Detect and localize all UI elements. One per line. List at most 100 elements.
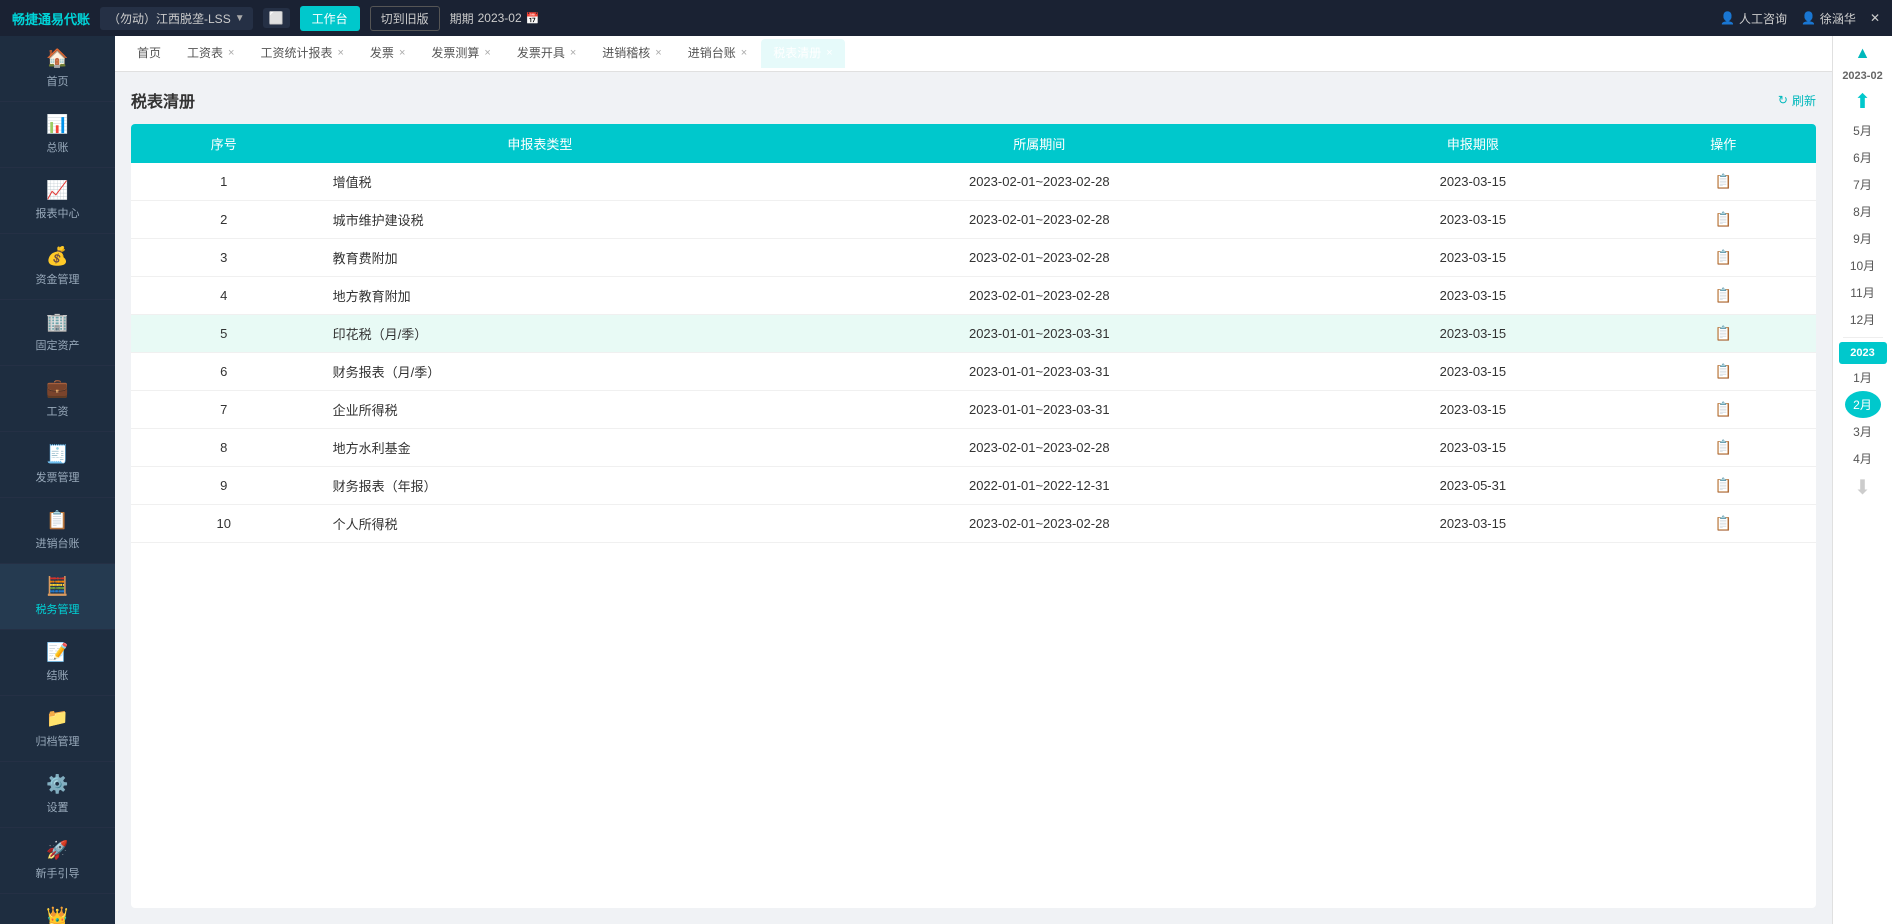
tab-invoice-open-close[interactable]: ×	[570, 47, 576, 59]
tab-salary-close[interactable]: ×	[228, 47, 234, 59]
cell-type: 个人所得税	[317, 505, 764, 543]
sidebar-item-label: 发票管理	[36, 469, 80, 485]
sidebar-item-label: 固定资产	[36, 337, 80, 353]
cell-type: 城市维护建设税	[317, 201, 764, 239]
year-2023-label: 2023	[1839, 342, 1887, 364]
action-icon[interactable]: 📋	[1714, 515, 1731, 531]
company-selector[interactable]: （勿动）江西脱垄-LSS ▼	[100, 7, 253, 30]
action-icon[interactable]: 📋	[1714, 477, 1731, 493]
tab-invoice[interactable]: 发票 ×	[358, 36, 417, 71]
action-icon[interactable]: 📋	[1714, 325, 1731, 341]
month-4[interactable]: 4月	[1839, 445, 1887, 472]
cell-action[interactable]: 📋	[1630, 239, 1816, 277]
action-icon[interactable]: 📋	[1714, 401, 1731, 417]
action-icon[interactable]: 📋	[1714, 173, 1731, 189]
sidebar-item-label: 结账	[47, 667, 69, 683]
cell-action[interactable]: 📋	[1630, 201, 1816, 239]
tab-in-out-check[interactable]: 进销稽核 ×	[590, 36, 673, 71]
sidebar-item-report[interactable]: 📈 报表中心	[0, 168, 115, 234]
sidebar-item-member[interactable]: 👑 畅会员	[0, 894, 115, 924]
old-version-button[interactable]: 切到旧版	[370, 6, 440, 31]
calendar-icon[interactable]: 📅	[526, 12, 540, 25]
scroll-up-icon[interactable]: ⬆	[1851, 86, 1874, 117]
sidebar-item-archive[interactable]: 📁 归档管理	[0, 696, 115, 762]
sidebar-item-tax[interactable]: 🧮 税务管理	[0, 564, 115, 630]
action-icon[interactable]: 📋	[1714, 249, 1731, 265]
sidebar-item-home[interactable]: 🏠 首页	[0, 36, 115, 102]
tab-in-out-ledger-label: 进销台账	[688, 44, 736, 61]
close-button[interactable]: ✕	[1870, 11, 1880, 25]
tab-in-out-check-close[interactable]: ×	[655, 47, 661, 59]
month-8[interactable]: 8月	[1839, 198, 1887, 225]
cell-action[interactable]: 📋	[1630, 277, 1816, 315]
sidebar-item-ledger[interactable]: 📊 总账	[0, 102, 115, 168]
month-11[interactable]: 11月	[1839, 279, 1887, 306]
copy-icon-btn[interactable]: ⬜	[263, 8, 290, 28]
settings-icon: ⚙️	[46, 774, 68, 795]
tab-invoice-label: 发票	[370, 44, 394, 61]
sidebar-item-settlement[interactable]: 📝 结账	[0, 630, 115, 696]
table-row: 5 印花税（月/季） 2023-01-01~2023-03-31 2023-03…	[131, 315, 1816, 353]
cell-type: 地方水利基金	[317, 429, 764, 467]
cell-period: 2023-01-01~2023-03-31	[763, 315, 1315, 353]
sidebar-item-salary[interactable]: 💼 工资	[0, 366, 115, 432]
top-bar: 畅捷通易代账 （勿动）江西脱垄-LSS ▼ ⬜ 工作台 切到旧版 期期 2023…	[0, 0, 1892, 36]
cell-action[interactable]: 📋	[1630, 163, 1816, 201]
sidebar-item-invoice-mgmt[interactable]: 🧾 发票管理	[0, 432, 115, 498]
sidebar-item-settings[interactable]: ⚙️ 设置	[0, 762, 115, 828]
scroll-down-icon[interactable]: ⬇	[1851, 472, 1874, 503]
tab-home-label: 首页	[137, 44, 161, 61]
help-button[interactable]: 👤 人工咨询	[1720, 10, 1787, 27]
tab-home[interactable]: 首页	[125, 36, 173, 71]
action-icon[interactable]: 📋	[1714, 439, 1731, 455]
tab-invoice-open[interactable]: 发票开具 ×	[505, 36, 588, 71]
tab-tax-list-close[interactable]: ×	[826, 47, 832, 59]
refresh-button[interactable]: ↻ 刷新	[1778, 92, 1816, 109]
action-icon[interactable]: 📋	[1714, 363, 1731, 379]
workspace-button[interactable]: 工作台	[300, 6, 360, 31]
sidebar-item-fixed-assets[interactable]: 🏢 固定资产	[0, 300, 115, 366]
tab-in-out-ledger[interactable]: 进销台账 ×	[676, 36, 759, 71]
sidebar-item-label: 新手引导	[36, 865, 80, 881]
month-1[interactable]: 1月	[1839, 364, 1887, 391]
month-nav-up-button[interactable]: ▲	[1852, 42, 1874, 66]
action-icon[interactable]: 📋	[1714, 211, 1731, 227]
month-3[interactable]: 3月	[1839, 418, 1887, 445]
cell-deadline: 2023-05-31	[1315, 467, 1630, 505]
sidebar-item-label: 报表中心	[36, 205, 80, 221]
month-10[interactable]: 10月	[1839, 252, 1887, 279]
tab-invoice-calc[interactable]: 发票测算 ×	[419, 36, 502, 71]
cell-action[interactable]: 📋	[1630, 429, 1816, 467]
sidebar-item-guide[interactable]: 🚀 新手引导	[0, 828, 115, 894]
month-5[interactable]: 5月	[1839, 117, 1887, 144]
cell-deadline: 2023-03-15	[1315, 277, 1630, 315]
cell-no: 8	[131, 429, 317, 467]
tab-salary-stats[interactable]: 工资统计报表 ×	[248, 36, 355, 71]
cell-action[interactable]: 📋	[1630, 505, 1816, 543]
content-area: 首页 工资表 × 工资统计报表 × 发票 × 发票测算 × 发票开具 ×	[115, 36, 1832, 924]
month-12[interactable]: 12月	[1839, 306, 1887, 333]
sidebar-item-capital[interactable]: 💰 资金管理	[0, 234, 115, 300]
tab-invoice-close[interactable]: ×	[399, 47, 405, 59]
sidebar-item-label: 税务管理	[36, 601, 80, 617]
month-9[interactable]: 9月	[1839, 225, 1887, 252]
action-icon[interactable]: 📋	[1714, 287, 1731, 303]
cell-action[interactable]: 📋	[1630, 391, 1816, 429]
invoice-icon: 🧾	[46, 444, 68, 465]
home-icon: 🏠	[46, 48, 68, 69]
month-2-selected[interactable]: 2月	[1845, 391, 1881, 418]
tab-salary[interactable]: 工资表 ×	[175, 36, 246, 71]
tab-tax-list[interactable]: 税表清册 ×	[761, 39, 844, 68]
cell-action[interactable]: 📋	[1630, 467, 1816, 505]
cell-no: 7	[131, 391, 317, 429]
user-profile[interactable]: 👤 徐涵华	[1801, 10, 1856, 27]
tab-salary-label: 工资表	[187, 44, 223, 61]
cell-action[interactable]: 📋	[1630, 315, 1816, 353]
month-6[interactable]: 6月	[1839, 144, 1887, 171]
tab-invoice-calc-close[interactable]: ×	[484, 47, 490, 59]
tab-salary-stats-close[interactable]: ×	[337, 47, 343, 59]
month-7[interactable]: 7月	[1839, 171, 1887, 198]
cell-action[interactable]: 📋	[1630, 353, 1816, 391]
sidebar-item-in-out[interactable]: 📋 进销台账	[0, 498, 115, 564]
tab-in-out-ledger-close[interactable]: ×	[741, 47, 747, 59]
